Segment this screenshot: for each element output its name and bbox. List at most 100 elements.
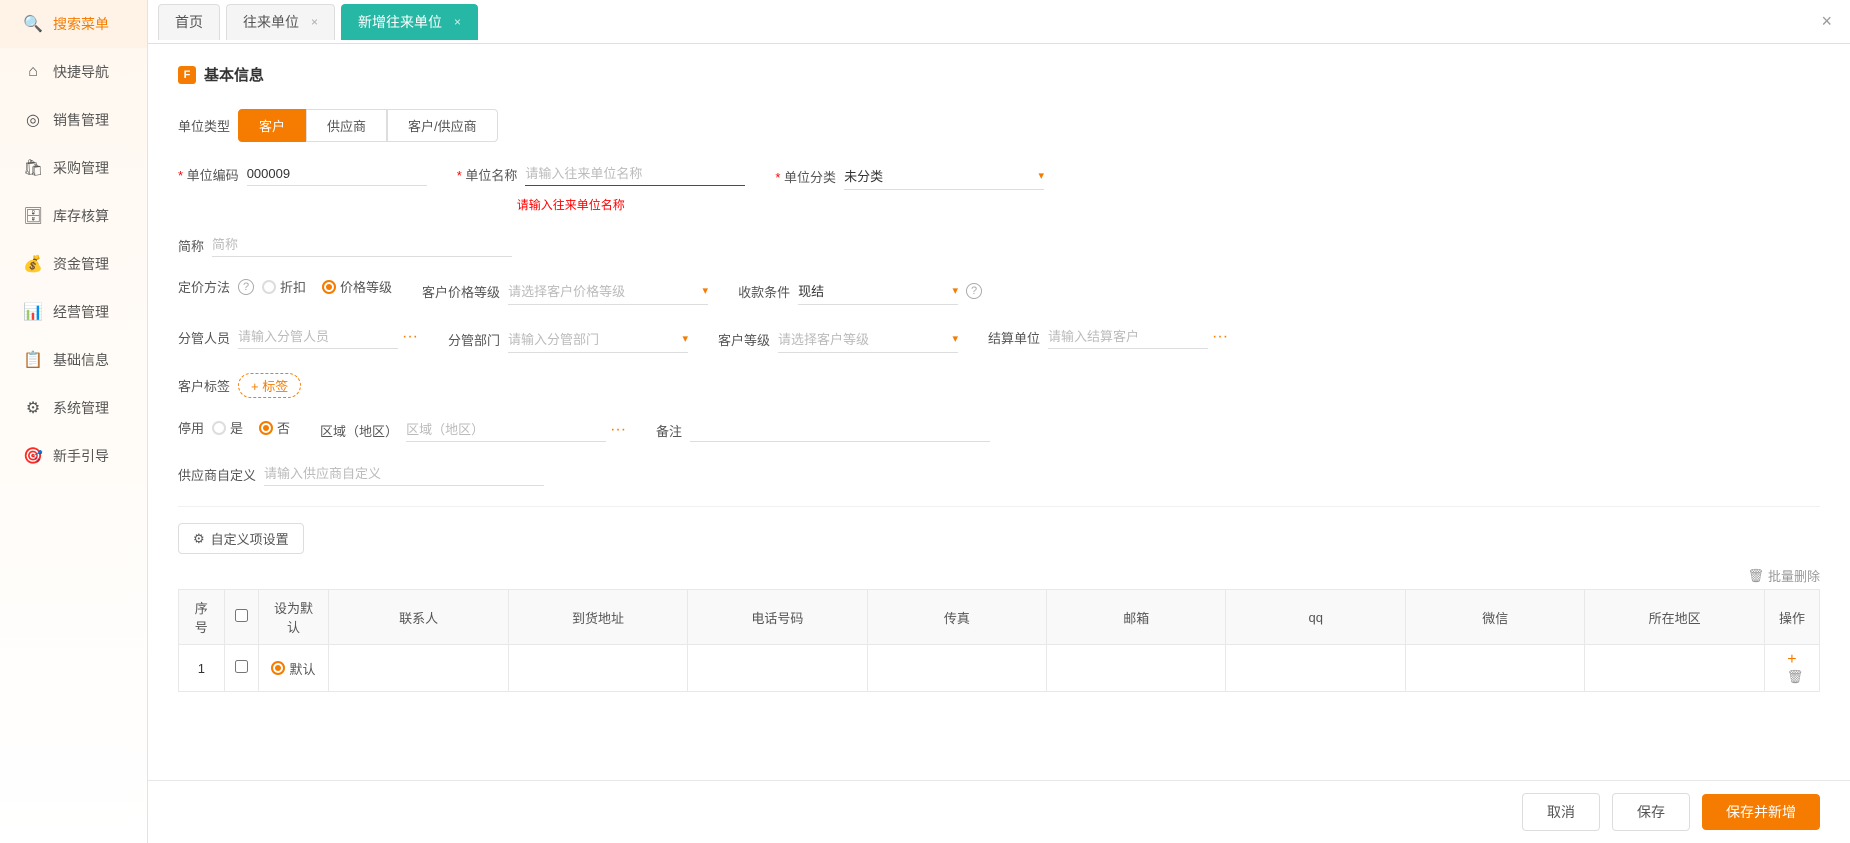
sidebar-item-quick-nav[interactable]: ⌂ 快捷导航 (0, 48, 147, 96)
customer-level-placeholder: 请选择客户等级 (778, 329, 948, 348)
delete-row-btn[interactable]: 🗑 (1787, 669, 1804, 684)
finance-icon: 💰 (23, 254, 43, 274)
fax-input[interactable] (878, 661, 1036, 676)
batch-delete-button[interactable]: 🗑 批量删除 (1747, 566, 1820, 585)
customer-price-level-placeholder: 请选择客户价格等级 (508, 281, 698, 300)
cell-wechat[interactable] (1406, 645, 1585, 692)
sidebar-item-finance[interactable]: 💰 资金管理 (0, 240, 147, 288)
region-input[interactable] (406, 418, 606, 442)
section-header: F 基本信息 (178, 64, 1820, 85)
save-new-button[interactable]: 保存并新增 (1702, 794, 1820, 830)
cell-qq[interactable] (1226, 645, 1406, 692)
default-radio[interactable]: 默认 (269, 659, 319, 678)
supplier-custom-input[interactable] (264, 462, 544, 486)
unit-name-input[interactable] (525, 162, 745, 186)
basic-info-row: 单位编码 单位名称 请输入往来单位名称 单位分类 未分类 ▾ (178, 162, 1820, 213)
settlement-unit-input[interactable] (1048, 325, 1208, 349)
sidebar-item-inventory[interactable]: 🗄 库存核算 (0, 192, 147, 240)
manager-group: 分管人员 ··· (178, 325, 418, 349)
tab-new-partner[interactable]: 新增往来单位 × (341, 4, 478, 40)
payment-help-icon[interactable]: ? (966, 283, 982, 299)
tab-partner[interactable]: 往来单位 × (226, 4, 335, 40)
bottom-bar: 取消 保存 保存并新增 (148, 780, 1850, 843)
cell-fax[interactable] (867, 645, 1046, 692)
address-input[interactable] (519, 661, 677, 676)
phone-input[interactable] (698, 661, 856, 676)
unit-code-input[interactable] (247, 162, 427, 186)
unit-category-select[interactable]: 未分类 ▾ (844, 162, 1044, 190)
unit-btn-customer[interactable]: 客户 (238, 109, 306, 142)
sidebar-item-basic[interactable]: 📋 基础信息 (0, 336, 147, 384)
supplier-custom-label: 供应商自定义 (178, 465, 256, 484)
save-button[interactable]: 保存 (1612, 793, 1690, 831)
sidebar-item-operations[interactable]: 📊 经营管理 (0, 288, 147, 336)
customer-price-level-select[interactable]: 请选择客户价格等级 ▾ (508, 277, 708, 305)
cell-phone[interactable] (688, 645, 867, 692)
add-tag-button[interactable]: + 标签 (238, 373, 301, 398)
unit-code-label: 单位编码 (178, 165, 239, 184)
customer-level-select[interactable]: 请选择客户等级 ▾ (778, 325, 958, 353)
supplier-custom-row: 供应商自定义 (178, 462, 1820, 486)
sidebar-item-system[interactable]: ⚙ 系统管理 (0, 384, 147, 432)
manager-input[interactable] (238, 325, 398, 349)
cell-checkbox[interactable] (224, 645, 258, 692)
cell-address[interactable] (508, 645, 687, 692)
disabled-radio-group: 是 否 (212, 418, 290, 437)
settlement-more-btn[interactable]: ··· (1212, 328, 1228, 346)
tab-partner-close[interactable]: × (311, 15, 318, 29)
radio-no-dot (259, 421, 273, 435)
cell-region[interactable] (1585, 645, 1764, 692)
payment-terms-select[interactable]: 现结 ▾ (798, 277, 958, 305)
add-row-btn[interactable]: + (1787, 651, 1796, 668)
table-header-row: 序号 设为默认 联系人 到货地址 电话号码 传真 邮箱 qq 微信 所在地区 操… (179, 590, 1820, 645)
radio-price-level[interactable]: 价格等级 (322, 277, 392, 296)
tab-new-partner-close[interactable]: × (454, 15, 461, 29)
cell-contact[interactable] (329, 645, 508, 692)
unit-btn-supplier[interactable]: 供应商 (306, 109, 387, 142)
contact-input[interactable] (339, 661, 497, 676)
department-group: 分管部门 请输入分管部门 ▾ (448, 325, 688, 353)
tab-home[interactable]: 首页 (158, 4, 220, 40)
sidebar-item-guide[interactable]: 🎯 新手引导 (0, 432, 147, 480)
batch-actions: 🗑 批量删除 (178, 566, 1820, 585)
cell-email[interactable] (1047, 645, 1226, 692)
email-input[interactable] (1057, 661, 1215, 676)
radio-discount[interactable]: 折扣 (262, 277, 306, 296)
custom-settings-button[interactable]: ⚙ 自定义项设置 (178, 523, 304, 554)
cancel-button[interactable]: 取消 (1522, 793, 1600, 831)
row-checkbox[interactable] (235, 660, 248, 673)
remark-input[interactable] (690, 418, 990, 442)
system-icon: ⚙ (23, 398, 43, 418)
col-qq: qq (1226, 590, 1406, 645)
radio-yes[interactable]: 是 (212, 418, 243, 437)
customer-price-level-label: 客户价格等级 (422, 282, 500, 301)
col-email: 邮箱 (1047, 590, 1226, 645)
col-address: 到货地址 (508, 590, 687, 645)
customer-level-label: 客户等级 (718, 330, 770, 349)
col-fax: 传真 (867, 590, 1046, 645)
region-table-input[interactable] (1595, 661, 1753, 676)
remark-label: 备注 (656, 421, 682, 440)
department-select[interactable]: 请输入分管部门 ▾ (508, 325, 688, 353)
department-label: 分管部门 (448, 330, 500, 349)
pricing-help-icon[interactable]: ? (238, 279, 254, 295)
col-contact: 联系人 (329, 590, 508, 645)
unit-btn-both[interactable]: 客户/供应商 (387, 109, 498, 142)
sidebar-item-purchase[interactable]: 🛍 采购管理 (0, 144, 147, 192)
sidebar-item-sales[interactable]: ◎ 销售管理 (0, 96, 147, 144)
customer-tag-label: 客户标签 (178, 376, 230, 395)
sidebar-item-search[interactable]: 🔍 搜索菜单 (0, 0, 147, 48)
unit-code-group: 单位编码 (178, 162, 427, 186)
region-more-btn[interactable]: ··· (610, 421, 626, 439)
col-action: 操作 (1764, 590, 1819, 645)
close-all-tabs[interactable]: × (1813, 11, 1840, 32)
section-icon: F (178, 66, 196, 84)
manager-more-btn[interactable]: ··· (402, 328, 418, 346)
qq-input[interactable] (1236, 661, 1395, 676)
home-icon: ⌂ (23, 63, 43, 81)
radio-no[interactable]: 否 (259, 418, 290, 437)
select-all-checkbox[interactable] (235, 609, 248, 622)
short-name-group: 简称 (178, 233, 512, 257)
wechat-input[interactable] (1416, 661, 1574, 676)
short-name-input[interactable] (212, 233, 512, 257)
